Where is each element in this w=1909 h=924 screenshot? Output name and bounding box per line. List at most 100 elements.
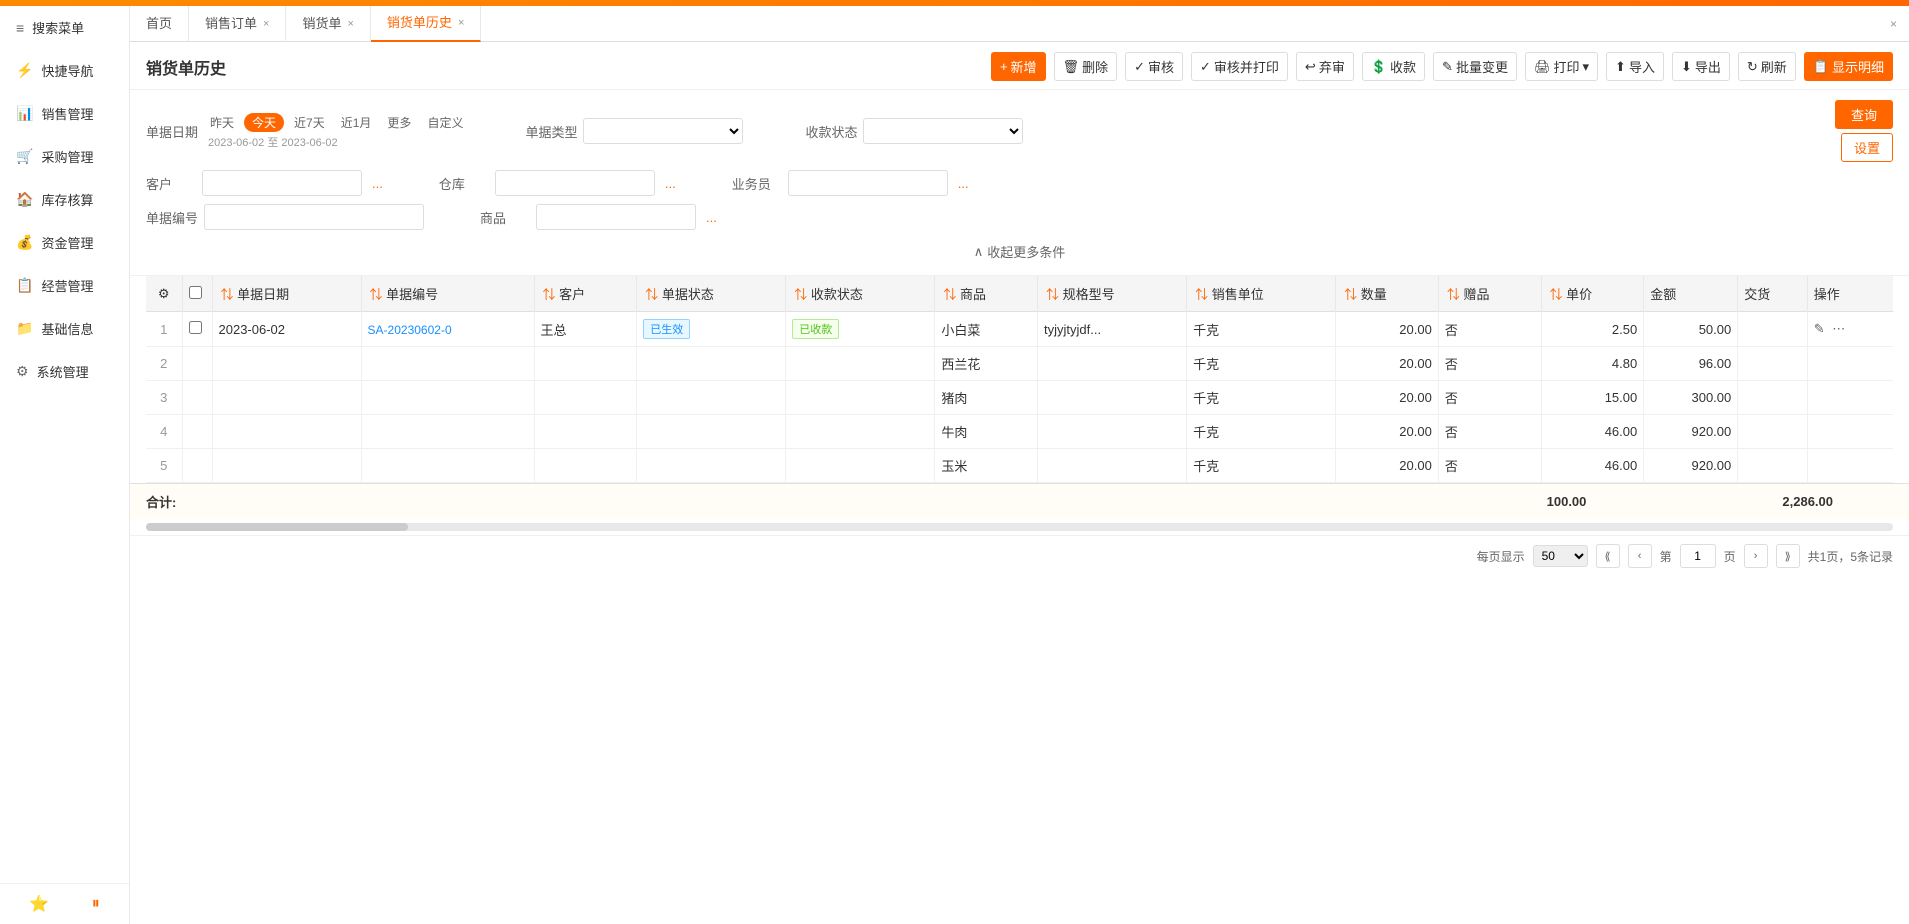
tab-home[interactable]: 首页 xyxy=(130,6,189,42)
col-customer[interactable]: ⇅ 客户 xyxy=(534,276,637,312)
goods-input[interactable] xyxy=(536,204,696,230)
col-pay-status[interactable]: ⇅ 收款状态 xyxy=(786,276,935,312)
first-page-btn[interactable]: ⟪ xyxy=(1596,544,1620,568)
collapse-btn[interactable]: ∧ 收起更多条件 xyxy=(146,238,1893,265)
sidebar-item-sys-mgmt[interactable]: ⚙ 系统管理 xyxy=(0,350,129,393)
row-checkbox[interactable] xyxy=(182,415,212,449)
sidebar-item-quicknav[interactable]: ⚡ 快捷导航 xyxy=(0,49,129,92)
col-unit[interactable]: ⇅ 销售单位 xyxy=(1187,276,1336,312)
audit-print-button[interactable]: ✓ 审核并打印 xyxy=(1191,52,1288,81)
customer-input[interactable] xyxy=(202,170,362,196)
delete-button[interactable]: 🗑 删除 xyxy=(1054,52,1118,81)
warehouse-input[interactable] xyxy=(495,170,655,196)
col-spec[interactable]: ⇅ 规格型号 xyxy=(1038,276,1187,312)
shortcut-today[interactable]: 今天 xyxy=(244,113,284,132)
horizontal-scrollbar[interactable] xyxy=(130,519,1909,535)
close-all-tabs[interactable]: × xyxy=(1878,17,1909,31)
doc-no-input[interactable] xyxy=(204,204,424,230)
sidebar-item-purchase[interactable]: 🛒 采购管理 xyxy=(0,135,129,178)
select-all-checkbox[interactable] xyxy=(189,286,202,299)
row-trade xyxy=(1738,449,1808,483)
col-price[interactable]: ⇅ 单价 xyxy=(1541,276,1644,312)
col-qty[interactable]: ⇅ 数量 xyxy=(1336,276,1439,312)
new-button[interactable]: + 新增 xyxy=(991,52,1046,81)
customer-dots[interactable]: ... xyxy=(372,176,383,191)
purchase-icon: 🛒 xyxy=(16,148,33,165)
audit-button[interactable]: ✓ 审核 xyxy=(1125,52,1183,81)
sort-qty-icon: ⇅ xyxy=(1344,287,1357,302)
more-icon[interactable]: ⋯ xyxy=(1832,321,1845,336)
sidebar-item-operations[interactable]: 📋 经营管理 xyxy=(0,264,129,307)
tab-sales-delivery[interactable]: 销货单 × xyxy=(286,6,370,42)
row-action: ✎ ⋯ xyxy=(1807,312,1893,347)
prev-page-btn[interactable]: ‹ xyxy=(1628,544,1652,568)
sidebar-item-finance[interactable]: 💰 资金管理 xyxy=(0,221,129,264)
sort-docstatus-icon: ⇅ xyxy=(645,287,658,302)
col-date[interactable]: ⇅ 单据日期 xyxy=(212,276,361,312)
row-checkbox[interactable] xyxy=(182,312,212,347)
main-content: 首页 销售订单 × 销货单 × 销货单历史 × × 销货单历史 xyxy=(130,6,1909,924)
tab-sales-order-close[interactable]: × xyxy=(263,6,269,42)
operations-icon: 📋 xyxy=(16,277,33,294)
tab-sales-history-close[interactable]: × xyxy=(458,6,464,41)
edit-icon[interactable]: ✎ xyxy=(1814,321,1825,336)
payment-status-select[interactable] xyxy=(863,118,1023,144)
shortcut-custom[interactable]: 自定义 xyxy=(421,113,469,132)
goods-dots[interactable]: ... xyxy=(706,210,717,225)
row-date xyxy=(212,415,361,449)
tab-sales-order[interactable]: 销售订单 × xyxy=(189,6,286,42)
row-check[interactable] xyxy=(189,321,202,334)
sidebar-item-sales[interactable]: 📊 销售管理 xyxy=(0,92,129,135)
last-page-btn[interactable]: ⟫ xyxy=(1776,544,1800,568)
sort-docno-icon: ⇅ xyxy=(370,287,383,302)
row-unit: 千克 xyxy=(1187,415,1336,449)
col-goods[interactable]: ⇅ 商品 xyxy=(935,276,1038,312)
col-gift[interactable]: ⇅ 赠品 xyxy=(1438,276,1541,312)
row-goods: 牛肉 xyxy=(935,415,1038,449)
page-number-input[interactable] xyxy=(1680,544,1716,568)
row-checkbox[interactable] xyxy=(182,381,212,415)
show-detail-button[interactable]: 📋 显示明细 xyxy=(1804,52,1893,81)
salesperson-dots[interactable]: ... xyxy=(958,176,969,191)
settings-button[interactable]: 设置 xyxy=(1841,133,1893,162)
col-checkbox[interactable] xyxy=(182,276,212,312)
query-button[interactable]: 查询 xyxy=(1835,100,1893,129)
sidebar-item-basic-info-label: 基础信息 xyxy=(41,319,93,338)
col-doc-status[interactable]: ⇅ 单据状态 xyxy=(637,276,786,312)
batch-change-button[interactable]: ✎ 批量变更 xyxy=(1433,52,1517,81)
import-button[interactable]: ⬆ 导入 xyxy=(1606,52,1664,81)
doc-no-link[interactable]: SA-20230602-0 xyxy=(368,323,452,337)
shortcut-more[interactable]: 更多 xyxy=(381,113,417,132)
row-checkbox[interactable] xyxy=(182,449,212,483)
row-checkbox[interactable] xyxy=(182,347,212,381)
tab-sales-history[interactable]: 销货单历史 × xyxy=(371,6,481,42)
doc-type-select[interactable] xyxy=(583,118,743,144)
per-page-select[interactable]: 50 100 200 xyxy=(1533,545,1588,567)
refresh-button[interactable]: ↻ 刷新 xyxy=(1738,52,1796,81)
sidebar-item-search[interactable]: ≡ 搜索菜单 xyxy=(0,6,129,49)
col-doc-no[interactable]: ⇅ 单据编号 xyxy=(361,276,534,312)
row-trade xyxy=(1738,347,1808,381)
shortcut-1month[interactable]: 近1月 xyxy=(335,113,378,132)
salesperson-input[interactable] xyxy=(788,170,948,196)
tab-sales-delivery-close[interactable]: × xyxy=(347,6,353,42)
row-date xyxy=(212,381,361,415)
sidebar-item-inventory[interactable]: 🏠 库存核算 xyxy=(0,178,129,221)
shortcut-yesterday[interactable]: 昨天 xyxy=(204,113,240,132)
next-page-btn[interactable]: › xyxy=(1744,544,1768,568)
print-button[interactable]: 🖨 打印 ▾ xyxy=(1525,52,1598,81)
scrollbar-thumb[interactable] xyxy=(146,523,408,531)
sidebar-pause-icon[interactable]: ⏸ xyxy=(92,895,100,913)
export-button[interactable]: ⬇ 导出 xyxy=(1672,52,1730,81)
row-doc-status xyxy=(637,381,786,415)
col-settings[interactable]: ⚙ xyxy=(146,276,182,312)
shortcut-7days[interactable]: 近7天 xyxy=(288,113,331,132)
filter-doc-no: 单据编号 xyxy=(146,204,424,230)
row-gift: 否 xyxy=(1438,381,1541,415)
collect-button[interactable]: 💲 收款 xyxy=(1362,52,1425,81)
discard-button[interactable]: ↩ 弃审 xyxy=(1296,52,1354,81)
warehouse-dots[interactable]: ... xyxy=(665,176,676,191)
sidebar-star-icon[interactable]: ⭐ xyxy=(29,894,49,914)
sidebar-item-basic-info[interactable]: 📁 基础信息 xyxy=(0,307,129,350)
date-filter-control: 昨天 今天 近7天 近1月 更多 自定义 2023-06-02 至 2023-0… xyxy=(204,113,469,150)
